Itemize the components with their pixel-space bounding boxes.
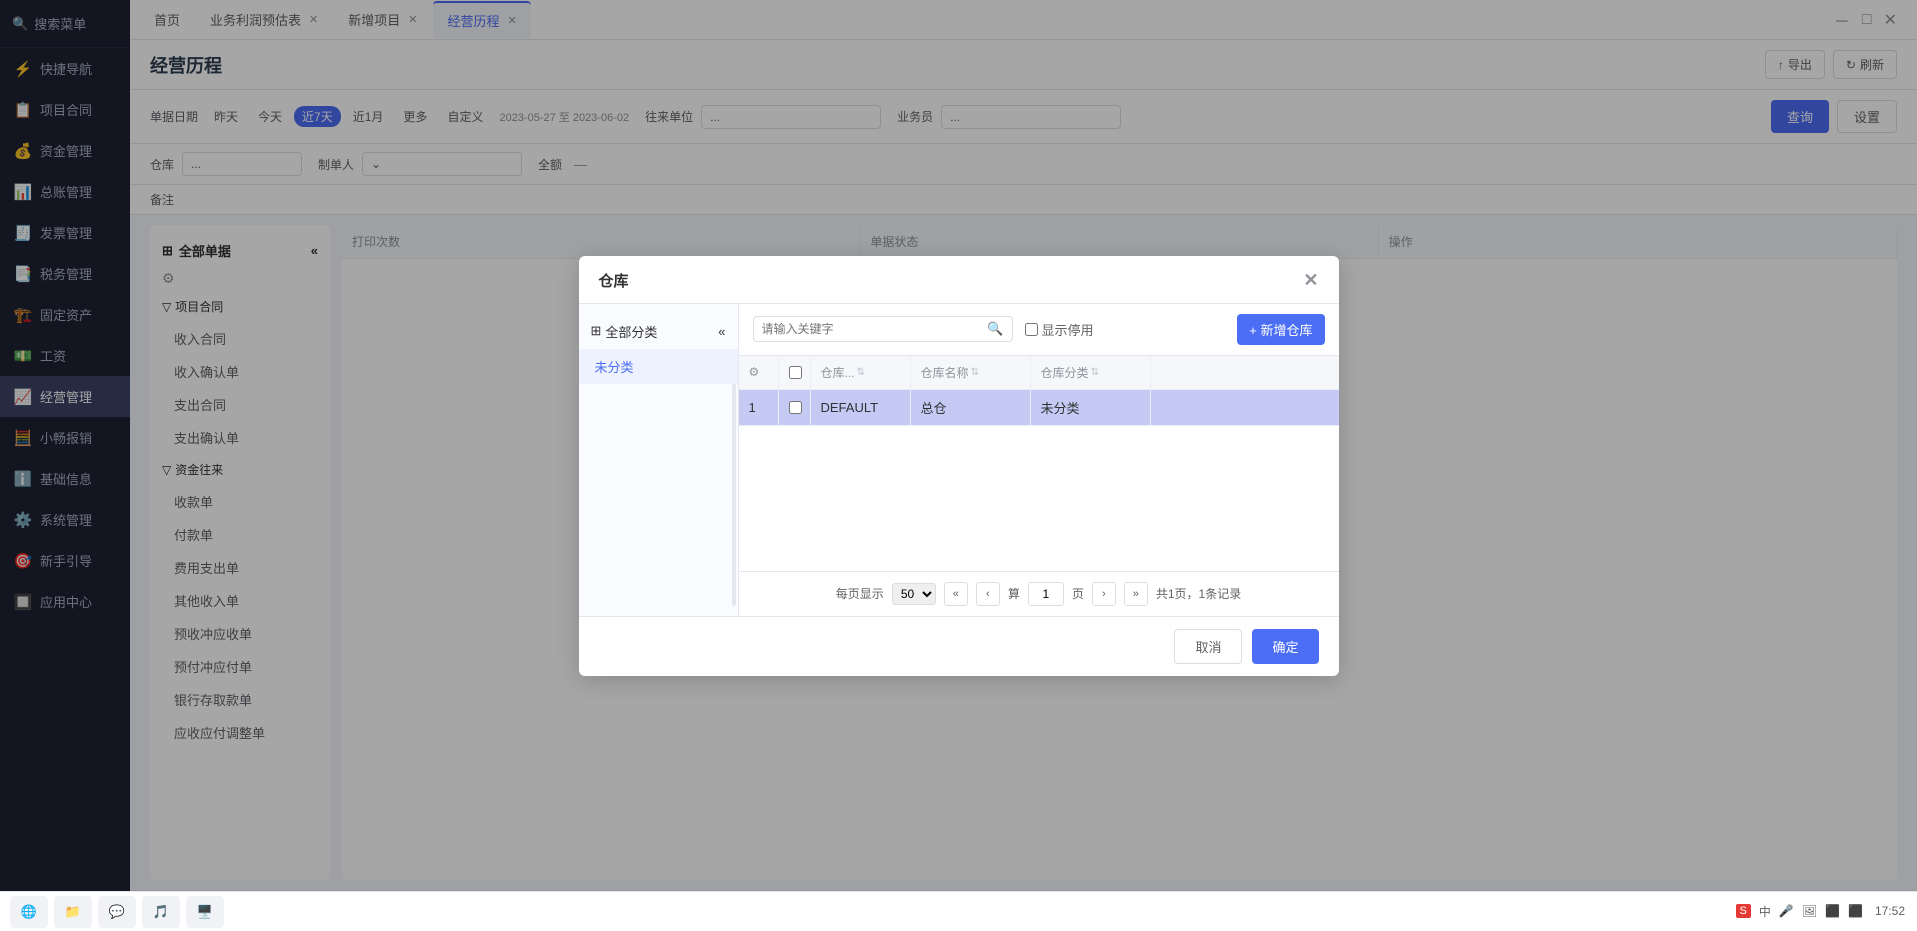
modal-table: ⚙ 仓库... ⇅ 仓库名称 ⇅ — [739, 356, 1339, 571]
category-sort-icon[interactable]: ⇅ — [1091, 367, 1099, 378]
modal-page-suffix: 页 — [1072, 585, 1084, 602]
modal-header: 仓库 ✕ — [579, 256, 1339, 304]
modal-select-all-checkbox[interactable] — [789, 366, 802, 379]
modal-body: ⊞ 全部分类 « 未分类 🔍 — [579, 304, 1339, 616]
modal-left-scroll[interactable] — [579, 384, 738, 606]
taskbar-item-music[interactable]: 🎵 — [142, 896, 180, 928]
modal-th-code: 仓库... ⇅ — [811, 356, 911, 389]
modal-per-page-select[interactable]: 50 — [892, 583, 936, 605]
modal-table-header: ⚙ 仓库... ⇅ 仓库名称 ⇅ — [739, 356, 1339, 390]
modal-per-page-label: 每页显示 — [836, 585, 884, 602]
modal-footer: 取消 确定 — [579, 616, 1339, 676]
add-warehouse-button[interactable]: + 新增仓库 — [1237, 314, 1324, 345]
modal-close-button[interactable]: ✕ — [1303, 270, 1318, 291]
modal-table-row[interactable]: 1 DEFAULT 总仓 未分类 — [739, 390, 1339, 426]
show-disabled-label: 显示停用 — [1042, 320, 1094, 339]
modal-page-label: 算 — [1008, 585, 1020, 602]
show-disabled-checkbox[interactable] — [1025, 323, 1038, 336]
taskbar-item-folder[interactable]: 📁 — [54, 896, 92, 928]
tray-item2[interactable]: ⬛ — [1848, 904, 1863, 918]
modal-total-records: 共1页，1条记录 — [1156, 585, 1241, 602]
taskbar-item-chat[interactable]: 💬 — [98, 896, 136, 928]
modal-left-item-uncategorized[interactable]: 未分类 — [579, 349, 738, 384]
modal-search-box: 🔍 — [753, 316, 1013, 342]
tray-image-icon[interactable]: 🖼 — [1802, 904, 1817, 918]
settings-col-icon[interactable]: ⚙ — [749, 365, 760, 379]
row-code: DEFAULT — [811, 390, 911, 425]
modal-left-scrollbar — [732, 384, 736, 606]
modal-pagination: 每页显示 50 « ‹ 算 页 › » 共1页，1条记录 — [739, 571, 1339, 616]
taskbar: 🌐 📁 💬 🎵 🖥️ — [0, 891, 1917, 931]
modal-th-settings: ⚙ — [739, 356, 779, 389]
row-select-checkbox[interactable] — [789, 401, 802, 414]
confirm-button[interactable]: 确定 — [1252, 629, 1318, 664]
modal-prev-page[interactable]: ‹ — [976, 582, 1000, 606]
row-name: 总仓 — [911, 390, 1031, 425]
systray: S 中 🎤 🖼 ⬛ ⬛ 17:52 — [1724, 891, 1917, 931]
modal-right-panel: 🔍 显示停用 + 新增仓库 ⚙ — [739, 304, 1339, 616]
modal-overlay: 仓库 ✕ ⊞ 全部分类 « 未分类 — [0, 0, 1917, 931]
modal-next-page[interactable]: › — [1092, 582, 1116, 606]
modal-last-page[interactable]: » — [1124, 582, 1148, 606]
modal-page-input[interactable] — [1028, 582, 1064, 606]
tray-ime[interactable]: 中 — [1759, 903, 1771, 920]
cancel-button[interactable]: 取消 — [1174, 629, 1242, 664]
tray-item1[interactable]: ⬛ — [1825, 904, 1840, 918]
modal-th-checkbox — [779, 356, 811, 389]
modal-left-panel: ⊞ 全部分类 « 未分类 — [579, 304, 739, 616]
modal-first-page[interactable]: « — [944, 582, 968, 606]
code-sort-icon[interactable]: ⇅ — [857, 367, 865, 378]
modal-th-category: 仓库分类 ⇅ — [1031, 356, 1151, 389]
row-index: 1 — [739, 390, 779, 425]
modal-left-collapse-icon[interactable]: « — [718, 324, 725, 339]
modal-th-name: 仓库名称 ⇅ — [911, 356, 1031, 389]
warehouse-modal: 仓库 ✕ ⊞ 全部分类 « 未分类 — [579, 256, 1339, 676]
modal-toolbar: 🔍 显示停用 + 新增仓库 — [739, 304, 1339, 356]
row-checkbox[interactable] — [779, 390, 811, 425]
modal-title: 仓库 — [599, 270, 629, 291]
tray-s-icon: S — [1736, 904, 1751, 918]
modal-search-icon[interactable]: 🔍 — [987, 321, 1003, 337]
row-category: 未分类 — [1031, 390, 1151, 425]
modal-left-title: 全部分类 — [605, 322, 657, 341]
name-sort-icon[interactable]: ⇅ — [971, 367, 979, 378]
modal-search-input[interactable] — [762, 322, 982, 336]
modal-left-grid-icon: ⊞ — [591, 323, 602, 339]
taskbar-item-screen[interactable]: 🖥️ — [186, 896, 224, 928]
tray-mic-icon[interactable]: 🎤 — [1779, 904, 1794, 918]
taskbar-item-browser[interactable]: 🌐 — [10, 896, 48, 928]
show-disabled-checkbox-label[interactable]: 显示停用 — [1025, 320, 1094, 339]
tray-clock: 17:52 — [1875, 904, 1905, 918]
modal-left-header[interactable]: ⊞ 全部分类 « — [579, 314, 738, 349]
